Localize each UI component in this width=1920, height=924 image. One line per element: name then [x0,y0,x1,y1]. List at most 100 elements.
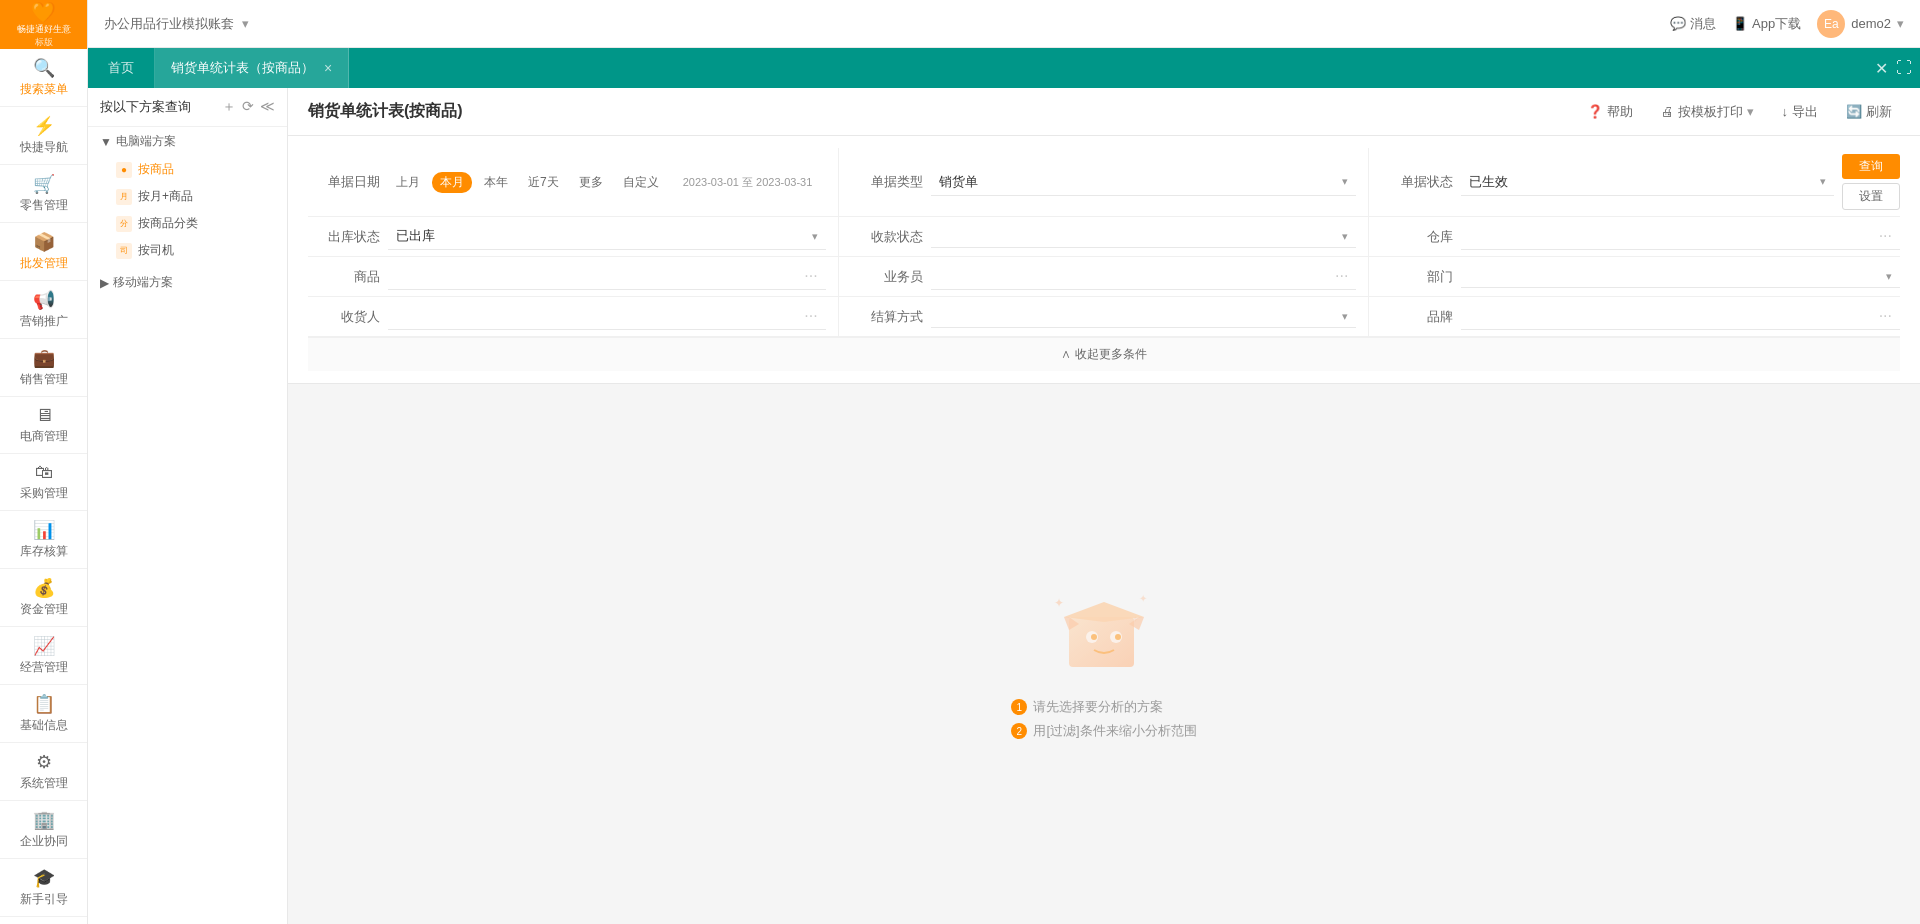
salesperson-dots[interactable]: ··· [1335,267,1348,285]
settlement-control[interactable]: ▾ [931,306,1357,328]
system-icon: ⚙ [4,751,84,773]
print-dropdown-icon[interactable]: ▾ [1747,104,1754,119]
add-scheme-icon[interactable]: ＋ [222,98,236,116]
date-tab-lastmonth[interactable]: 上月 [388,172,428,193]
tree-item-by-cashier[interactable]: 司 按司机 [104,237,287,264]
date-tab-thismonth[interactable]: 本月 [432,172,472,193]
date-tab-thisyear[interactable]: 本年 [476,172,516,193]
sidebar-item-appcenter[interactable]: 📱 应用中心 [0,917,88,924]
sidebar-item-search[interactable]: 🔍 搜索菜单 [0,49,88,107]
department-control[interactable]: ▾ [1461,266,1900,288]
sidebar-system-label: 系统管理 [20,776,68,790]
retail-icon: 🛒 [4,173,84,195]
sidebar-item-wholesale[interactable]: 📦 批发管理 [0,223,88,281]
tab-sales-report[interactable]: 销货单统计表（按商品） × [155,48,349,88]
tab-close-all-icon[interactable]: ✕ [1875,59,1888,78]
refresh-button[interactable]: 🔄 刷新 [1838,99,1900,125]
settlement-dropdown-icon[interactable]: ▾ [1342,310,1348,323]
sidebar-item-enterprise[interactable]: 🏢 企业协同 [0,801,88,859]
tree-section-pc[interactable]: ▼ 电脑端方案 [88,127,287,156]
main-area: 办公用品行业模拟账套 ▾ 💬 消息 📱 App下载 Ea demo2 ▾ 首 [88,0,1920,924]
tree-pc-children: ● 按商品 月 按月+商品 分 按商品分类 司 按司机 [88,156,287,264]
date-tabs: 上月 本月 本年 近7天 更多 自定义 [388,172,667,193]
sidebar-logo[interactable]: 🧡 畅捷通好生意 标版 [0,0,88,49]
sidebar-operations-label: 经营管理 [20,660,68,674]
refresh-scheme-icon[interactable]: ⟳ [242,98,254,116]
avatar: Ea [1817,10,1845,38]
export-button[interactable]: ↓ 导出 [1774,99,1827,125]
brand-control[interactable]: ··· [1461,303,1900,330]
filter-row-2: 出库状态 已出库 ▾ 收款状态 ▾ [308,217,1900,257]
department-dropdown-icon[interactable]: ▾ [1886,270,1892,283]
print-label: 按模板打印 [1678,103,1743,121]
workspace-selector[interactable]: 办公用品行业模拟账套 ▾ [104,15,249,33]
tree-item-by-month-product[interactable]: 月 按月+商品 [104,183,287,210]
help-button[interactable]: ❓ 帮助 [1579,99,1641,125]
sidebar-item-system[interactable]: ⚙ 系统管理 [0,743,88,801]
tab-maximize-icon[interactable]: ⛶ [1896,59,1912,77]
product-cell: 商品 ··· [308,257,839,296]
brand-label: 品牌 [1381,308,1461,326]
doc-status-dropdown-icon[interactable]: ▾ [1820,175,1826,188]
tab-close-icon[interactable]: × [324,60,332,76]
tree-section-mobile[interactable]: ▶ 移动端方案 [88,268,287,297]
warehouse-dots[interactable]: ··· [1879,227,1892,245]
wholesale-icon: 📦 [4,231,84,253]
date-tab-last7days[interactable]: 近7天 [520,172,567,193]
date-range-display: 2023-03-01 至 2023-03-31 [683,175,813,190]
tab-home-label: 首页 [108,59,134,77]
doc-type-control[interactable]: 销货单 ▾ [931,169,1357,196]
collapse-bar[interactable]: ∧ 收起更多条件 [308,337,1900,371]
sidebar-item-basic[interactable]: 📋 基础信息 [0,685,88,743]
sidebar-item-sales[interactable]: 💼 销售管理 [0,339,88,397]
sidebar-item-quicknav[interactable]: ⚡ 快捷导航 [0,107,88,165]
brand-dots[interactable]: ··· [1879,307,1892,325]
sidebar-item-operations[interactable]: 📈 经营管理 [0,627,88,685]
receipt-status-control[interactable]: ▾ [931,226,1357,248]
out-status-control[interactable]: 已出库 ▾ [388,223,826,250]
left-panel-title: 按以下方案查询 [100,98,191,116]
workspace-dropdown-icon[interactable]: ▾ [242,16,249,31]
tree-item-by-category[interactable]: 分 按商品分类 [104,210,287,237]
logo-text: 畅捷通好生意 [17,24,71,36]
sidebar-item-purchase[interactable]: 🛍 采购管理 [0,454,88,511]
consignee-control[interactable]: ··· [388,303,826,330]
sidebar-item-inventory[interactable]: 📊 库存核算 [0,511,88,569]
warehouse-control[interactable]: ··· [1461,223,1900,250]
consignee-dots[interactable]: ··· [804,307,817,325]
svg-text:✦: ✦ [1054,596,1064,610]
query-settings-buttons: 查询 设置 [1842,154,1900,210]
sidebar-item-ecom[interactable]: 🖥 电商管理 [0,397,88,454]
by-category-icon: 分 [116,216,132,232]
messages-button[interactable]: 💬 消息 [1670,15,1716,33]
tab-bar: 首页 销货单统计表（按商品） × ✕ ⛶ [88,48,1920,88]
receipt-status-dropdown-icon[interactable]: ▾ [1342,230,1348,243]
sidebar-item-finance[interactable]: 💰 资金管理 [0,569,88,627]
print-button[interactable]: 🖨 按模板打印 ▾ [1653,99,1762,125]
out-status-dropdown-icon[interactable]: ▾ [812,230,818,243]
salesperson-control[interactable]: ··· [931,263,1357,290]
product-control[interactable]: ··· [388,263,826,290]
product-dots[interactable]: ··· [804,267,817,285]
download-icon: 📱 [1732,16,1748,31]
department-label: 部门 [1381,268,1461,286]
sidebar-item-retail[interactable]: 🛒 零售管理 [0,165,88,223]
sidebar-item-marketing[interactable]: 📢 营销推广 [0,281,88,339]
date-tab-custom[interactable]: 自定义 [615,172,667,193]
doc-status-control[interactable]: 已生效 ▾ [1461,169,1834,196]
empty-illustration: ✦ ✦ ✦ [1044,562,1164,682]
tab-home[interactable]: 首页 [88,48,155,88]
settings-button[interactable]: 设置 [1842,183,1900,210]
user-menu[interactable]: Ea demo2 ▾ [1817,10,1904,38]
date-tab-more[interactable]: 更多 [571,172,611,193]
query-button[interactable]: 查询 [1842,154,1900,179]
doc-type-dropdown-icon[interactable]: ▾ [1342,175,1348,188]
collapse-panel-icon[interactable]: ≪ [260,98,275,116]
step1-num: 1 [1011,699,1027,715]
tree-item-by-product[interactable]: ● 按商品 [104,156,287,183]
user-dropdown-icon: ▾ [1897,16,1904,31]
app-download-button[interactable]: 📱 App下载 [1732,15,1801,33]
sidebar-item-guide[interactable]: 🎓 新手引导 [0,859,88,917]
export-icon: ↓ [1782,104,1789,119]
help-icon: ❓ [1587,104,1603,119]
